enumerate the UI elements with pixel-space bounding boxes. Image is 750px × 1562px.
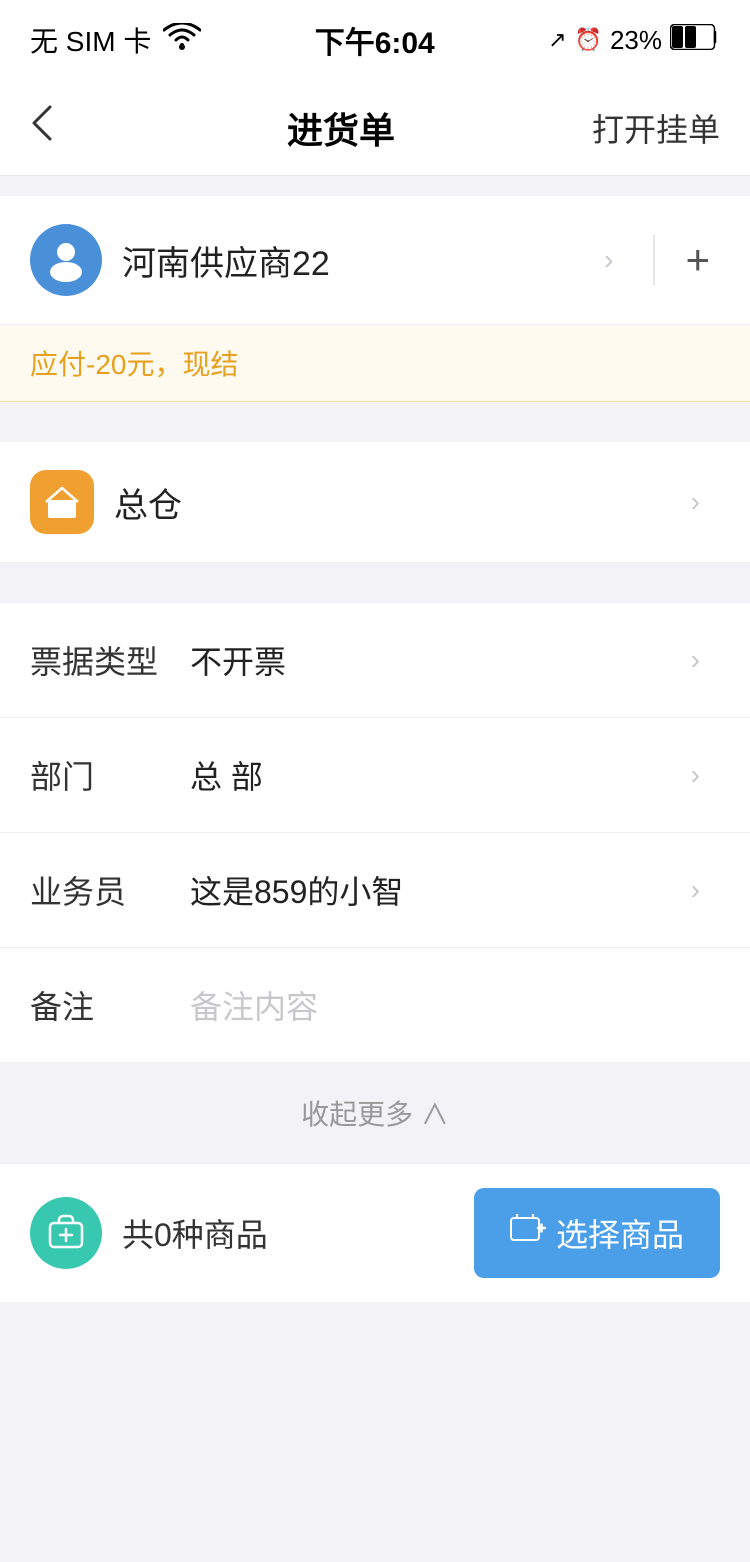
nav-bar: 进货单 打开挂单	[0, 80, 750, 176]
supplier-name: 河南供应商22	[122, 236, 604, 285]
back-button[interactable]	[30, 103, 90, 153]
section-divider-3	[0, 563, 750, 583]
page-title: 进货单	[287, 102, 395, 154]
status-time: 下午6:04	[315, 18, 435, 62]
warning-text: 应付-20元，现结	[30, 349, 238, 380]
remark-label: 备注	[30, 982, 170, 1028]
status-right: ↗ ⏰ 23%	[548, 24, 720, 57]
warehouse-chevron-icon: ›	[691, 486, 700, 518]
supplier-chevron-icon: ›	[604, 244, 613, 276]
department-chevron-icon: ›	[691, 759, 700, 791]
department-label: 部门	[30, 752, 170, 798]
section-divider-2	[0, 402, 750, 422]
warning-banner: 应付-20元，现结	[0, 325, 750, 402]
supplier-card: 河南供应商22 › + 应付-20元，现结	[0, 196, 750, 402]
select-product-label: 选择商品	[556, 1210, 684, 1256]
salesman-row[interactable]: 业务员 这是859的小智 ›	[0, 833, 750, 948]
product-count-label: 共0种商品	[122, 1210, 474, 1256]
battery-icon	[670, 24, 720, 57]
add-supplier-button[interactable]: +	[675, 236, 720, 284]
warehouse-name: 总仓	[114, 478, 691, 527]
department-value: 总 部	[170, 752, 691, 798]
invoice-chevron-icon: ›	[691, 644, 700, 676]
product-icon	[30, 1197, 102, 1269]
supplier-avatar	[30, 224, 102, 296]
bottom-bar: 共0种商品 选择商品	[0, 1163, 750, 1302]
warehouse-row[interactable]: 总仓 ›	[0, 442, 750, 563]
invoice-label: 票据类型	[30, 637, 170, 683]
wifi-icon	[163, 23, 201, 58]
separator	[653, 235, 655, 285]
select-product-button[interactable]: 选择商品	[474, 1188, 720, 1278]
remark-row[interactable]: 备注 备注内容	[0, 948, 750, 1063]
status-bar: 无 SIM 卡 下午6:04 ↗ ⏰ 23%	[0, 0, 750, 80]
remark-input[interactable]: 备注内容	[170, 982, 720, 1028]
warehouse-card: 总仓 ›	[0, 442, 750, 563]
location-icon: ↗	[548, 27, 566, 53]
invoice-value: 不开票	[170, 637, 691, 683]
salesman-chevron-icon: ›	[691, 874, 700, 906]
supplier-row[interactable]: 河南供应商22 › +	[0, 196, 750, 325]
alarm-icon: ⏰	[575, 27, 602, 53]
warehouse-icon	[30, 470, 94, 534]
collapse-label: 收起更多 ∧	[301, 1093, 449, 1133]
collapse-button[interactable]: 收起更多 ∧	[0, 1063, 750, 1163]
department-row[interactable]: 部门 总 部 ›	[0, 718, 750, 833]
select-product-icon	[510, 1214, 546, 1252]
salesman-label: 业务员	[30, 867, 170, 913]
battery-label: 23%	[610, 25, 662, 56]
form-section: 票据类型 不开票 › 部门 总 部 › 业务员 这是859的小智 › 备注 备注…	[0, 603, 750, 1063]
section-divider-1	[0, 176, 750, 196]
carrier-label: 无 SIM 卡	[30, 20, 151, 60]
salesman-value: 这是859的小智	[170, 867, 691, 913]
invoice-type-row[interactable]: 票据类型 不开票 ›	[0, 603, 750, 718]
status-left: 无 SIM 卡	[30, 20, 201, 60]
grey-background	[0, 1302, 750, 1562]
open-pending-button[interactable]: 打开挂单	[592, 105, 720, 151]
